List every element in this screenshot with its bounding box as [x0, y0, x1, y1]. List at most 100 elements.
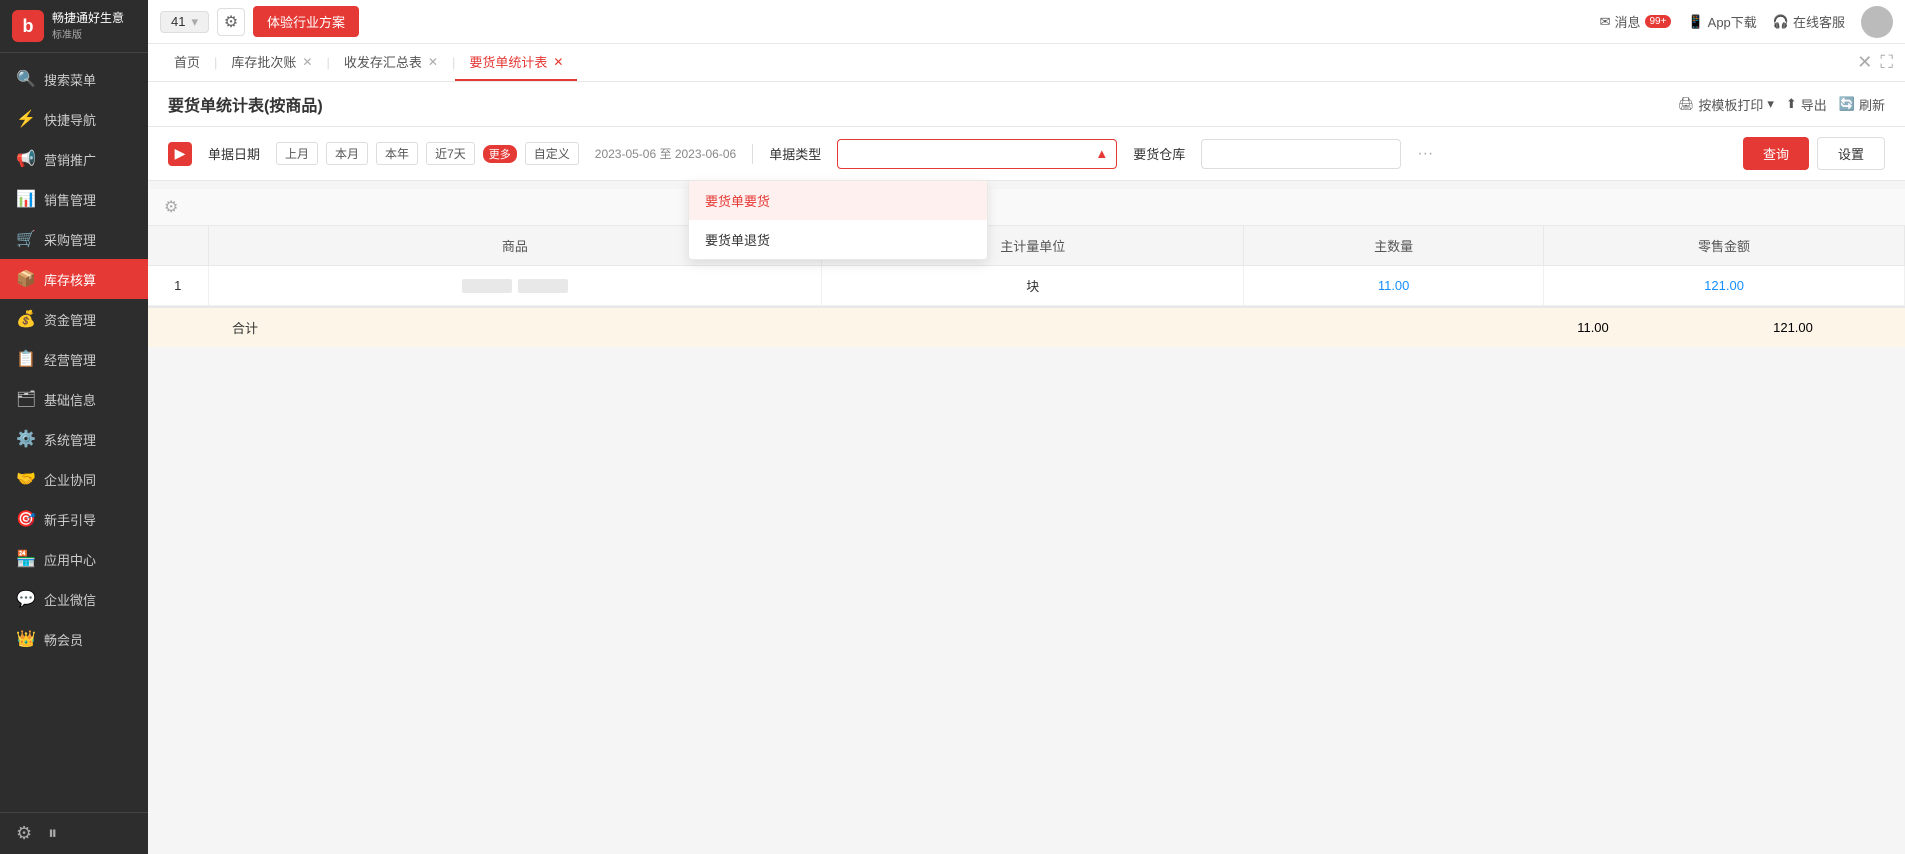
messages-action[interactable]: ✉ 消息 99+ [1600, 12, 1672, 31]
shortcut-icon: ⚡ [16, 109, 36, 129]
tab-summary-label: 收发存汇总表 [344, 52, 422, 71]
date-this-year-btn[interactable]: 本年 [376, 142, 418, 165]
sidebar-item-enterprise[interactable]: 🤝 企业协同 [0, 459, 148, 499]
export-action[interactable]: ⬆ 导出 [1786, 95, 1827, 114]
sidebar-item-appstore[interactable]: 🏪 应用中心 [0, 539, 148, 579]
sidebar-item-shortcut[interactable]: ⚡ 快捷导航 [0, 99, 148, 139]
date-filter-label: 单据日期 [208, 144, 260, 163]
table-header-row: 商品 主计量单位 主数量 零售金额 [148, 226, 1905, 266]
sidebar-item-search[interactable]: 🔍 搜索菜单 [0, 59, 148, 99]
tab-close-all-icon[interactable]: ✕ [1857, 52, 1872, 73]
appstore-icon: 🏪 [16, 549, 36, 569]
date-range-display: 2023-05-06 至 2023-06-06 [595, 145, 736, 162]
sidebar-item-finance[interactable]: 💰 资金管理 [0, 299, 148, 339]
filter-divider [752, 144, 753, 164]
set-button[interactable]: 设置 [1817, 137, 1885, 170]
table-settings-icon[interactable]: ⚙ [164, 197, 178, 217]
guide-icon: 🎯 [16, 509, 36, 529]
purchase-icon: 🛒 [16, 229, 36, 249]
refresh-action[interactable]: 🔄 刷新 [1839, 95, 1885, 114]
sidebar-item-sales[interactable]: 📊 销售管理 [0, 179, 148, 219]
cell-row-num: 1 [148, 266, 208, 306]
col-quantity: 主数量 [1244, 226, 1544, 266]
messages-badge: 99+ [1645, 15, 1672, 28]
toggle-bottom-icon[interactable]: ⏸ [48, 823, 57, 844]
finance-icon: 💰 [16, 309, 36, 329]
sidebar-item-marketing[interactable]: 📢 营销推广 [0, 139, 148, 179]
sales-icon: 📊 [16, 189, 36, 209]
sidebar-item-operation[interactable]: 📋 经营管理 [0, 339, 148, 379]
content-area: 要货单统计表(按商品) 🖨 按模板打印 ▾ ⬆ 导出 🔄 刷新 ▶ [148, 82, 1905, 854]
dropdown-item-requisition-order[interactable]: 要货单要货 [689, 181, 987, 220]
cell-product [208, 266, 822, 306]
trial-industry-button[interactable]: 体验行业方案 [253, 6, 359, 37]
dropdown-item-label: 要货单要货 [705, 194, 770, 209]
filter-actions: 查询 设置 [1743, 137, 1885, 170]
type-filter-select[interactable]: ▲ [837, 139, 1117, 169]
online-service-action[interactable]: 🎧 在线客服 [1773, 12, 1845, 31]
tab-bar: 首页 | 库存批次账 ✕ | 收发存汇总表 ✕ | 要货单统计表 ✕ ✕ ⛶ [148, 44, 1905, 82]
app-name: 畅捷通好生意 [52, 11, 124, 27]
expand-filter-button[interactable]: ▶ [168, 142, 192, 166]
date-custom-btn[interactable]: 自定义 [525, 142, 579, 165]
tab-summary-close[interactable]: ✕ [428, 55, 438, 69]
main-table: 商品 主计量单位 主数量 零售金额 1 [148, 226, 1905, 306]
date-more-badge[interactable]: 更多 [483, 145, 517, 163]
date-this-month-btn[interactable]: 本月 [326, 142, 368, 165]
col-num [148, 226, 208, 266]
sidebar-item-guide[interactable]: 🎯 新手引导 [0, 499, 148, 539]
breadcrumb-num[interactable]: 41 ▾ [160, 11, 209, 33]
print-icon: 🖨 [1678, 96, 1695, 112]
app-download-action[interactable]: 📱 App下载 [1687, 12, 1756, 31]
tab-requisition-close[interactable]: ✕ [553, 55, 563, 69]
filter-bar: ▶ 单据日期 上月 本月 本年 近7天 更多 自定义 2023-05-06 至 … [148, 127, 1905, 181]
message-icon: ✉ [1600, 14, 1611, 30]
sidebar: b 畅捷通好生意 标准版 🔍 搜索菜单 ⚡ 快捷导航 📢 营销推广 📊 销售管理… [0, 0, 148, 854]
gear-button[interactable]: ⚙ [217, 8, 245, 36]
sidebar-label-basic: 基础信息 [44, 390, 96, 409]
system-icon: ⚙️ [16, 429, 36, 449]
tab-home-label: 首页 [174, 52, 200, 71]
sidebar-label-appstore: 应用中心 [44, 550, 96, 569]
sidebar-item-wechat[interactable]: 💬 企业微信 [0, 579, 148, 619]
warehouse-filter-label: 要货仓库 [1133, 144, 1185, 163]
sidebar-item-basic[interactable]: 🗂 基础信息 [0, 379, 148, 419]
query-button[interactable]: 查询 [1743, 137, 1809, 170]
phone-icon: 📱 [1687, 14, 1703, 30]
tab-expand-icon[interactable]: ⛶ [1880, 52, 1893, 73]
sidebar-item-inventory[interactable]: 📦 库存核算 [0, 259, 148, 299]
dropdown-arrow-icon: ▾ [191, 14, 198, 30]
tab-summary[interactable]: 收发存汇总表 ✕ [330, 44, 452, 81]
date-7days-btn[interactable]: 近7天 [426, 142, 475, 165]
product-name-placeholder [518, 279, 568, 293]
date-last-month-btn[interactable]: 上月 [276, 142, 318, 165]
refresh-label: 刷新 [1859, 95, 1885, 114]
page-title: 要货单统计表(按商品) [168, 92, 323, 116]
warehouse-filter-input[interactable] [1201, 139, 1401, 169]
date-options-group: 上月 本月 本年 近7天 更多 自定义 [276, 142, 579, 165]
enterprise-icon: 🤝 [16, 469, 36, 489]
filter-more-dots-icon[interactable]: ··· [1417, 145, 1433, 163]
tab-batch-close[interactable]: ✕ [302, 55, 312, 69]
tab-requisition[interactable]: 要货单统计表 ✕ [455, 44, 577, 81]
cell-amount: 121.00 [1544, 266, 1905, 306]
avatar[interactable] [1861, 6, 1893, 38]
dropdown-item-requisition-return[interactable]: 要货单退货 [689, 220, 987, 259]
print-action[interactable]: 🖨 按模板打印 ▾ [1678, 95, 1774, 114]
export-icon: ⬆ [1786, 96, 1797, 112]
settings-bottom-icon[interactable]: ⚙ [16, 823, 32, 844]
tab-batch[interactable]: 库存批次账 ✕ [217, 44, 326, 81]
basic-icon: 🗂 [16, 389, 36, 409]
sidebar-item-system[interactable]: ⚙️ 系统管理 [0, 419, 148, 459]
tab-home[interactable]: 首页 [160, 44, 214, 81]
page-actions: 🖨 按模板打印 ▾ ⬆ 导出 🔄 刷新 [1678, 95, 1885, 114]
print-arrow-icon: ▾ [1767, 96, 1774, 112]
refresh-icon: 🔄 [1839, 96, 1855, 112]
sidebar-item-purchase[interactable]: 🛒 采购管理 [0, 219, 148, 259]
type-dropdown-menu: 要货单要货 要货单退货 [688, 180, 988, 260]
sidebar-item-member[interactable]: 👑 畅会员 [0, 619, 148, 659]
table-toolbar: ⚙ [148, 189, 1905, 226]
wechat-icon: 💬 [16, 589, 36, 609]
tab-batch-label: 库存批次账 [231, 52, 296, 71]
app-logo: b 畅捷通好生意 标准版 [0, 0, 148, 53]
